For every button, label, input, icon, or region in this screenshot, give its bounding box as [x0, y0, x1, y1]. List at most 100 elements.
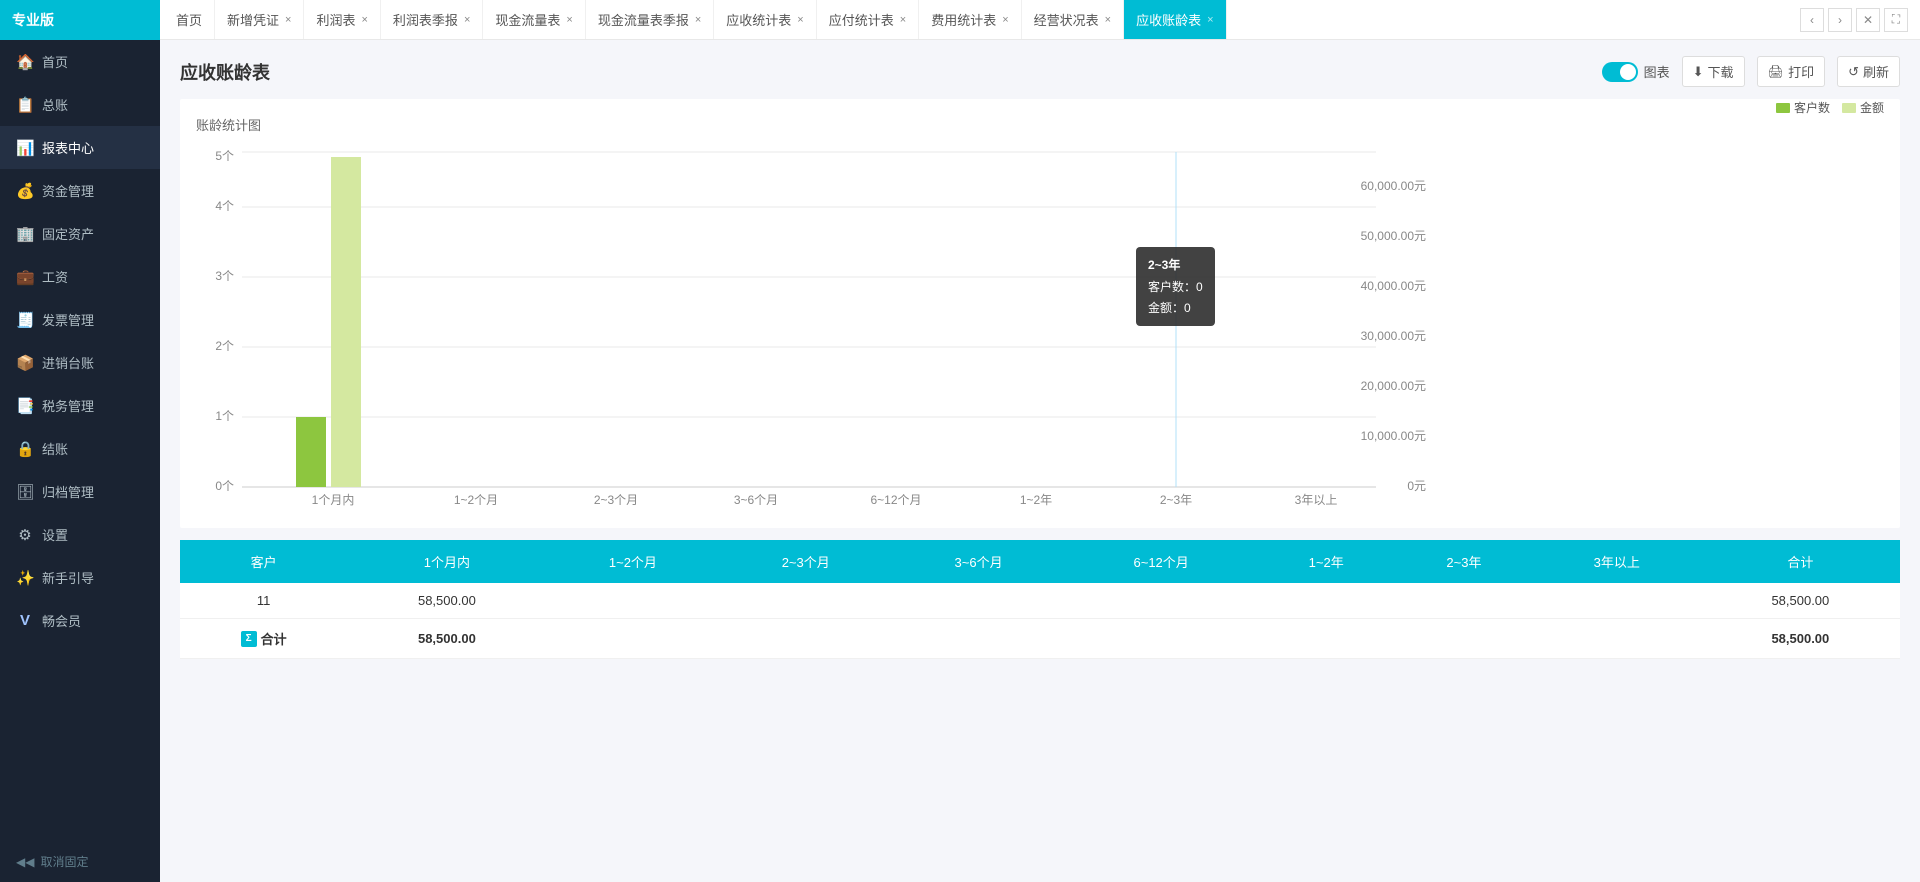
- sidebar-item-funds[interactable]: 💰 资金管理: [0, 169, 160, 212]
- close-cashflow-quarter-tab[interactable]: ×: [695, 14, 701, 26]
- page-title: 应收账龄表: [180, 59, 270, 85]
- close-profit-quarter-tab[interactable]: ×: [464, 14, 470, 26]
- sidebar-pin-toggle[interactable]: ◀◀ 取消固定: [0, 841, 160, 882]
- svg-text:3个: 3个: [215, 269, 234, 283]
- app-logo: 专业版: [0, 0, 160, 40]
- chart-toggle-label: 图表: [1644, 62, 1670, 81]
- legend-customers-label: 客户数: [1794, 99, 1830, 116]
- sidebar-item-payroll[interactable]: 💼 工资: [0, 255, 160, 298]
- total-m2: [547, 619, 720, 659]
- tab-expense-stats[interactable]: 费用统计表 ×: [919, 0, 1021, 40]
- sidebar-item-invoice[interactable]: 🧾 发票管理: [0, 298, 160, 341]
- ar-aging-table: 客户 1个月内 1~2个月 2~3个月 3~6个月 6~12个月 1~2年 2~…: [180, 540, 1900, 659]
- bar-chart: 0个 1个 2个 3个 4个 5个 0元 10,000.00元 20,000.0…: [196, 142, 1436, 512]
- close-biz-status-tab[interactable]: ×: [1105, 14, 1111, 26]
- svg-text:60,000.00元: 60,000.00元: [1361, 179, 1426, 193]
- svg-text:40,000.00元: 40,000.00元: [1361, 279, 1426, 293]
- close-profit-tab[interactable]: ×: [361, 14, 367, 26]
- chart-toggle-group: 图表: [1602, 62, 1670, 82]
- tab-bar-inner: 首页 新增凭证 × 利润表 × 利润表季报 × 现金流量表 × 现金流量表季报 …: [164, 0, 1792, 40]
- svg-text:20,000.00元: 20,000.00元: [1361, 379, 1426, 393]
- svg-text:5个: 5个: [215, 149, 234, 163]
- svg-text:1个: 1个: [215, 409, 234, 423]
- sidebar-item-closing[interactable]: 🔒 结账: [0, 427, 160, 470]
- sidebar-item-label: 总账: [42, 95, 68, 114]
- table-row: 11 58,500.00 58,500.00: [180, 583, 1900, 619]
- col-customer: 客户: [180, 540, 347, 583]
- close-ap-stats-tab[interactable]: ×: [900, 14, 906, 26]
- inventory-icon: 📦: [16, 354, 34, 372]
- tab-ar-aging[interactable]: 应收账龄表 ×: [1124, 0, 1226, 40]
- sidebar-item-archive[interactable]: 🗄 归档管理: [0, 470, 160, 513]
- chart-container: 账龄统计图 客户数 金额 0个 1个 2个 3个 4个: [180, 99, 1900, 528]
- bar-m1-customers: [296, 417, 326, 487]
- download-button[interactable]: ⬇ 下载: [1682, 56, 1745, 87]
- col-m1: 1个月内: [347, 540, 546, 583]
- sidebar-item-assets[interactable]: 🏢 固定资产: [0, 212, 160, 255]
- close-ar-aging-tab[interactable]: ×: [1207, 14, 1213, 26]
- sidebar-item-label: 发票管理: [42, 310, 94, 329]
- sidebar-item-label: 结账: [42, 439, 68, 458]
- chart-toggle[interactable]: [1602, 62, 1638, 82]
- cell-customer: 11: [180, 583, 347, 619]
- cell-m3: [719, 583, 892, 619]
- total-m3: [719, 619, 892, 659]
- total-row: Σ 合计 58,500.00 58,500.00: [180, 619, 1900, 659]
- cell-over: [1533, 583, 1701, 619]
- col-m12: 6~12个月: [1065, 540, 1257, 583]
- sidebar-item-ledger[interactable]: 📋 总账: [0, 83, 160, 126]
- cell-m12: [1065, 583, 1257, 619]
- close-voucher-tab[interactable]: ×: [285, 14, 291, 26]
- svg-text:3年以上: 3年以上: [1295, 493, 1338, 507]
- sidebar-item-reports[interactable]: 📊 报表中心: [0, 126, 160, 169]
- sidebar-item-label: 税务管理: [42, 396, 94, 415]
- chart-legend: 客户数 金额: [1776, 99, 1884, 116]
- sidebar-item-label: 固定资产: [42, 224, 94, 243]
- tab-profit-quarter[interactable]: 利润表季报 ×: [381, 0, 483, 40]
- tab-voucher[interactable]: 新增凭证 ×: [215, 0, 304, 40]
- sidebar-item-home[interactable]: 🏠 首页: [0, 40, 160, 83]
- svg-text:3~6个月: 3~6个月: [734, 493, 778, 507]
- tab-ar-stats[interactable]: 应收统计表 ×: [714, 0, 816, 40]
- sidebar-item-settings[interactable]: ⚙ 设置: [0, 513, 160, 556]
- tab-biz-status[interactable]: 经营状况表 ×: [1022, 0, 1124, 40]
- total-total: 58,500.00: [1701, 619, 1900, 659]
- refresh-button[interactable]: ↺ 刷新: [1837, 56, 1900, 87]
- bar-m1-amount: [331, 157, 361, 487]
- assets-icon: 🏢: [16, 225, 34, 243]
- svg-text:30,000.00元: 30,000.00元: [1361, 329, 1426, 343]
- tab-cashflow-quarter[interactable]: 现金流量表季报 ×: [586, 0, 714, 40]
- legend-amount-color: [1842, 103, 1856, 113]
- ledger-icon: 📋: [16, 96, 34, 114]
- sidebar-item-inventory[interactable]: 📦 进销台账: [0, 341, 160, 384]
- tab-profit[interactable]: 利润表 ×: [304, 0, 380, 40]
- payroll-icon: 💼: [16, 268, 34, 286]
- pin-icon: ◀◀: [16, 855, 34, 869]
- svg-text:4个: 4个: [215, 199, 234, 213]
- close-cashflow-tab[interactable]: ×: [566, 14, 572, 26]
- tab-prev-button[interactable]: ‹: [1800, 8, 1824, 32]
- sidebar-item-guide[interactable]: ✨ 新手引导: [0, 556, 160, 599]
- tab-cashflow[interactable]: 现金流量表 ×: [483, 0, 585, 40]
- total-icon: Σ: [241, 631, 257, 647]
- print-button[interactable]: 🖨 打印: [1757, 56, 1826, 87]
- tab-fullscreen-button[interactable]: ⛶: [1884, 8, 1908, 32]
- home-icon: 🏠: [16, 53, 34, 71]
- legend-amount-label: 金额: [1860, 99, 1884, 116]
- close-ar-stats-tab[interactable]: ×: [797, 14, 803, 26]
- guide-icon: ✨: [16, 569, 34, 587]
- sidebar-item-label: 资金管理: [42, 181, 94, 200]
- close-expense-stats-tab[interactable]: ×: [1002, 14, 1008, 26]
- tab-next-button[interactable]: ›: [1828, 8, 1852, 32]
- cell-m1: 58,500.00: [347, 583, 546, 619]
- total-label-cell: Σ 合计: [180, 619, 347, 659]
- sidebar-item-tax[interactable]: 📑 税务管理: [0, 384, 160, 427]
- archive-icon: 🗄: [16, 483, 34, 501]
- tab-bar: 首页 新增凭证 × 利润表 × 利润表季报 × 现金流量表 × 现金流量表季报 …: [160, 0, 1920, 40]
- sidebar-item-member[interactable]: V 畅会员: [0, 599, 160, 642]
- tab-ap-stats[interactable]: 应付统计表 ×: [817, 0, 919, 40]
- legend-customers: 客户数: [1776, 99, 1830, 116]
- tab-close-all-button[interactable]: ✕: [1856, 8, 1880, 32]
- tab-home[interactable]: 首页: [164, 0, 215, 40]
- svg-text:1个月内: 1个月内: [312, 493, 355, 507]
